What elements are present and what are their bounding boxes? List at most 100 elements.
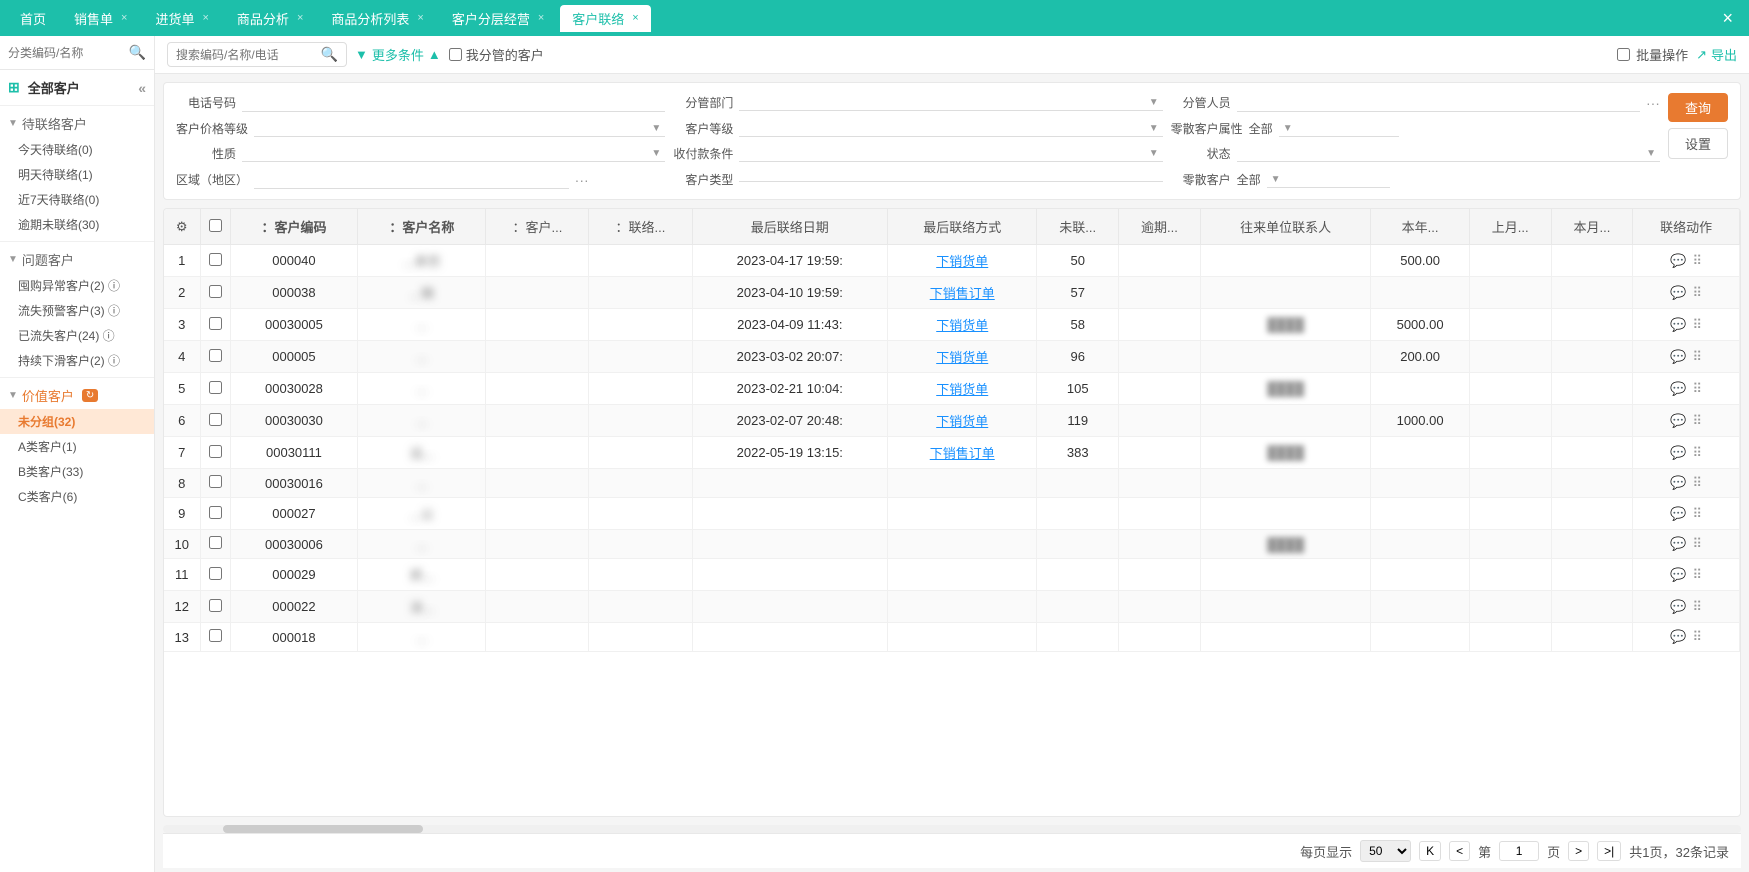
filter-pg-select[interactable]: ▼	[254, 121, 665, 137]
row-last-type[interactable]	[888, 591, 1037, 623]
toolbar-search-icon[interactable]: 🔍	[321, 46, 338, 63]
row-checkbox[interactable]	[200, 405, 230, 437]
row-last-type[interactable]	[888, 498, 1037, 530]
sidebar-group-problem[interactable]: ▼ 问题客户	[0, 246, 154, 273]
nav-pa-close[interactable]: ×	[297, 12, 303, 24]
nav-purchase[interactable]: 进货单 ×	[143, 5, 220, 32]
nav-cc-close[interactable]: ×	[632, 12, 638, 24]
row-last-type[interactable]: 下销货单	[888, 245, 1037, 277]
row-checkbox[interactable]	[200, 373, 230, 405]
region-dots-icon[interactable]: ···	[575, 172, 589, 188]
filter-ct-select[interactable]	[739, 177, 1162, 182]
sidebar-item-today[interactable]: 今天待联络(0)	[0, 137, 154, 162]
batch-op-btn[interactable]: 批量操作	[1617, 45, 1688, 64]
sidebar-item-hoard-abnormal[interactable]: 囤购异常客户(2) ⓘ	[0, 273, 154, 298]
scrollbar-thumb[interactable]	[223, 825, 423, 833]
row-last-type[interactable]: 下销货单	[888, 373, 1037, 405]
action-chat-icon[interactable]: 💬	[1670, 285, 1686, 301]
toolbar-my-customers-check[interactable]: 我分管的客户	[449, 45, 544, 64]
nav-sales[interactable]: 销售单 ×	[62, 5, 139, 32]
row-checkbox[interactable]	[200, 591, 230, 623]
nav-close-all[interactable]: ×	[1714, 4, 1741, 33]
row-last-type[interactable]	[888, 559, 1037, 591]
col-settings[interactable]: ⚙	[164, 209, 200, 245]
action-chat-icon[interactable]: 💬	[1670, 536, 1686, 552]
row-last-type[interactable]	[888, 530, 1037, 559]
nav-home[interactable]: 首页	[8, 5, 58, 32]
row-checkbox[interactable]	[200, 530, 230, 559]
nav-ct-close[interactable]: ×	[538, 12, 544, 24]
row-last-type[interactable]: 下销货单	[888, 405, 1037, 437]
reset-button[interactable]: 设置	[1668, 128, 1728, 159]
nav-product-analysis[interactable]: 商品分析 ×	[225, 5, 315, 32]
row-checkbox[interactable]	[200, 498, 230, 530]
sidebar-item-week[interactable]: 近7天待联络(0)	[0, 187, 154, 212]
action-chat-icon[interactable]: 💬	[1670, 253, 1686, 269]
filter-payment-select[interactable]: ▼	[739, 146, 1162, 162]
filter-nature-select[interactable]: ▼	[242, 146, 665, 162]
toolbar-filter-btn[interactable]: ▼ 更多条件 ▲	[355, 45, 441, 64]
action-chat-icon[interactable]: 💬	[1670, 567, 1686, 583]
action-chat-icon[interactable]: 💬	[1670, 475, 1686, 491]
sidebar-collapse-btn[interactable]: «	[138, 80, 146, 96]
row-last-type[interactable]	[888, 623, 1037, 652]
action-chat-icon[interactable]: 💬	[1670, 629, 1686, 645]
row-checkbox[interactable]	[200, 469, 230, 498]
sidebar-item-class-b[interactable]: B类客户(33)	[0, 459, 154, 484]
row-checkbox[interactable]	[200, 559, 230, 591]
action-more-icon[interactable]: ⠿	[1692, 317, 1702, 333]
per-page-select[interactable]: 50 100 200	[1360, 840, 1411, 862]
action-more-icon[interactable]: ⠿	[1692, 285, 1702, 301]
sidebar-group-pending[interactable]: ▼ 待联络客户	[0, 110, 154, 137]
last-page-btn[interactable]: >|	[1597, 841, 1621, 861]
row-checkbox[interactable]	[200, 277, 230, 309]
nav-purchase-close[interactable]: ×	[202, 12, 208, 24]
sidebar-search-input[interactable]	[8, 46, 125, 60]
action-more-icon[interactable]: ⠿	[1692, 413, 1702, 429]
export-btn[interactable]: ↗ 导出	[1696, 45, 1737, 64]
toolbar-search-input[interactable]	[176, 48, 317, 62]
sidebar-item-unclassified[interactable]: 未分组(32)	[0, 409, 154, 434]
sidebar-item-overdue[interactable]: 逾期未联络(30)	[0, 212, 154, 237]
row-checkbox[interactable]	[200, 341, 230, 373]
filter-dept-select[interactable]: ▼	[739, 95, 1162, 111]
prev-page-btn[interactable]: <	[1449, 841, 1470, 861]
action-more-icon[interactable]: ⠿	[1692, 629, 1702, 645]
action-more-icon[interactable]: ⠿	[1692, 445, 1702, 461]
sidebar-item-churn-warn[interactable]: 流失预警客户(3) ⓘ	[0, 298, 154, 323]
page-number-input[interactable]	[1499, 841, 1539, 861]
sidebar-item-tomorrow[interactable]: 明天待联络(1)	[0, 162, 154, 187]
my-customers-checkbox[interactable]	[449, 48, 462, 61]
row-last-type[interactable]: 下销货单	[888, 309, 1037, 341]
action-more-icon[interactable]: ⠿	[1692, 506, 1702, 522]
filter-status-select[interactable]: ▼	[1237, 146, 1660, 162]
row-checkbox[interactable]	[200, 437, 230, 469]
nav-product-list[interactable]: 商品分析列表 ×	[319, 5, 435, 32]
filter-sa-select[interactable]: ▼	[1279, 121, 1399, 137]
row-last-type[interactable]	[888, 469, 1037, 498]
col-select-all[interactable]	[200, 209, 230, 245]
action-chat-icon[interactable]: 💬	[1670, 349, 1686, 365]
batch-checkbox[interactable]	[1617, 48, 1630, 61]
person-dots-icon[interactable]: ···	[1646, 95, 1660, 111]
settings-icon[interactable]: ⚙	[176, 219, 188, 234]
action-chat-icon[interactable]: 💬	[1670, 506, 1686, 522]
action-more-icon[interactable]: ⠿	[1692, 475, 1702, 491]
next-page-btn[interactable]: >	[1568, 841, 1589, 861]
sidebar-search-icon[interactable]: 🔍	[129, 44, 146, 61]
filter-sc-select[interactable]: ▼	[1267, 172, 1391, 188]
row-checkbox[interactable]	[200, 623, 230, 652]
action-more-icon[interactable]: ⠿	[1692, 349, 1702, 365]
row-checkbox[interactable]	[200, 309, 230, 341]
table-scrollbar[interactable]	[163, 825, 1741, 833]
row-checkbox[interactable]	[200, 245, 230, 277]
action-more-icon[interactable]: ⠿	[1692, 253, 1702, 269]
sidebar-item-churned[interactable]: 已流失客户(24) ⓘ	[0, 323, 154, 348]
filter-phone-input[interactable]	[242, 93, 665, 112]
row-last-type[interactable]: 下销售订单	[888, 277, 1037, 309]
action-more-icon[interactable]: ⠿	[1692, 381, 1702, 397]
action-chat-icon[interactable]: 💬	[1670, 317, 1686, 333]
nav-customer-tier[interactable]: 客户分层经营 ×	[440, 5, 556, 32]
select-all-checkbox[interactable]	[209, 219, 222, 232]
action-chat-icon[interactable]: 💬	[1670, 445, 1686, 461]
